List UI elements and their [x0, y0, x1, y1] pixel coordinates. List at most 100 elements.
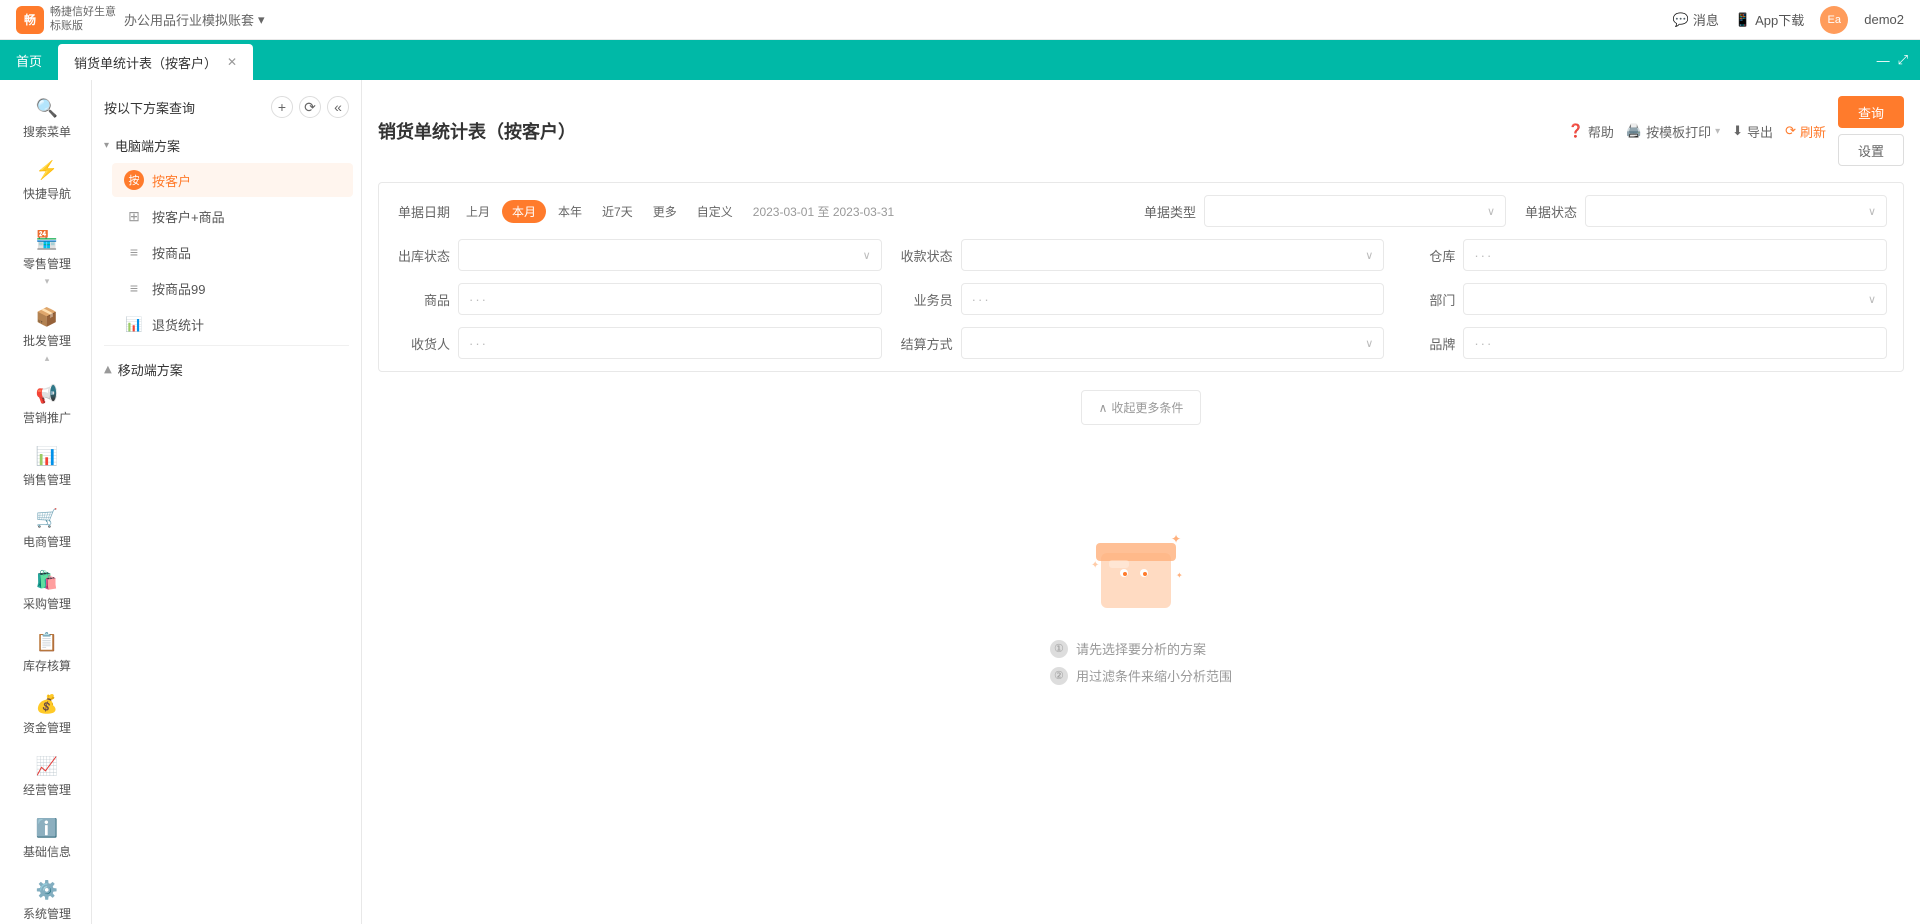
- sidebar-item-search-menu[interactable]: 🔍 搜索菜单: [0, 88, 91, 150]
- sidebar-item-inventory[interactable]: 📋 库存核算: [0, 622, 91, 684]
- empty-state-illustration: ✦ ✦ ✦: [1081, 523, 1201, 623]
- date-last-month[interactable]: 上月: [458, 200, 498, 223]
- scheme-item-by-goods[interactable]: ≡ 按商品: [112, 235, 353, 269]
- date-more[interactable]: 更多: [645, 200, 685, 223]
- settings-btn[interactable]: 设置: [1838, 134, 1904, 166]
- out-status-label: 出库状态: [395, 246, 450, 265]
- sidebar-item-ops[interactable]: 📈 经营管理: [0, 746, 91, 808]
- panel-collapse-icon: «: [334, 99, 342, 115]
- dept-control[interactable]: ∨: [1463, 283, 1887, 315]
- filter-receipt-status: 收款状态 ∨: [898, 239, 1385, 271]
- goods-control[interactable]: ···: [458, 283, 882, 315]
- industry-selector[interactable]: 办公用品行业模拟账套 ▾: [124, 10, 265, 29]
- tab-sales-stats[interactable]: 销货单统计表（按客户） ✕: [58, 44, 253, 80]
- date-custom[interactable]: 自定义: [689, 200, 741, 223]
- print-btn[interactable]: 🖨️ 按模板打印 ▾: [1626, 122, 1720, 141]
- date-last-7days[interactable]: 近7天: [594, 200, 641, 223]
- doc-type-control[interactable]: ∨: [1204, 195, 1506, 227]
- sales-icon: 📊: [36, 446, 58, 467]
- maximize-icon[interactable]: ⤢: [1898, 52, 1908, 68]
- consignee-control[interactable]: ···: [458, 327, 882, 359]
- scheme-items-desktop: 按 按客户 ⊞ 按客户+商品 ≡ 按商品 ≡ 按: [92, 163, 361, 341]
- out-status-control[interactable]: ∨: [458, 239, 882, 271]
- scheme-item-by-customer-goods[interactable]: ⊞ 按客户+商品: [112, 199, 353, 233]
- date-this-month[interactable]: 本月: [502, 200, 546, 223]
- sidebar-item-wholesale[interactable]: 📦 批发管理 ▴: [0, 297, 91, 374]
- collapse-label: 收起更多条件: [1111, 399, 1183, 416]
- message-btn[interactable]: 💬 消息: [1673, 10, 1719, 29]
- filter-settlement: 结算方式 ∨: [898, 327, 1385, 359]
- filter-row-3: 商品 ··· 业务员 ··· 部门: [395, 283, 1887, 315]
- tab-actions: — ⤢: [1877, 52, 1920, 68]
- sidebar-item-retail[interactable]: 🏪 零售管理 ▾: [0, 220, 91, 297]
- tab-close-btn[interactable]: ✕: [227, 55, 237, 69]
- dept-arrow: ∨: [1868, 293, 1876, 306]
- user-name[interactable]: demo2: [1864, 12, 1904, 27]
- ecom-label: 电商管理: [23, 533, 71, 550]
- sidebar-item-ecom[interactable]: 🛒 电商管理: [0, 498, 91, 560]
- empty-tip-1: ① 请先选择要分析的方案: [1050, 639, 1232, 658]
- filter-row-1: 单据日期 上月 本月 本年 近7天 更多 自定义 2023-03-01 至 20…: [395, 195, 1887, 227]
- panel-refresh-btn[interactable]: ⟳: [299, 96, 321, 118]
- export-icon: ⬇: [1732, 123, 1743, 139]
- scheme-item-by-goods-99[interactable]: ≡ 按商品99: [112, 271, 353, 305]
- query-btn[interactable]: 查询: [1838, 96, 1904, 128]
- settlement-control[interactable]: ∨: [961, 327, 1385, 359]
- scheme-item-returns[interactable]: 📊 退货统计: [112, 307, 353, 341]
- sidebar-item-quick-nav[interactable]: ⚡ 快捷导航: [0, 150, 91, 212]
- app-download-btn[interactable]: 📱 App下载: [1735, 10, 1804, 29]
- basic-info-icon: ℹ️: [36, 818, 58, 839]
- sales-stats-tab-label: 销货单统计表（按客户）: [74, 53, 217, 72]
- minimize-icon[interactable]: —: [1877, 53, 1890, 68]
- panel-actions: + ⟳ «: [271, 96, 349, 118]
- salesperson-control[interactable]: ···: [961, 283, 1385, 315]
- tip-2-text: 用过滤条件来缩小分析范围: [1076, 666, 1232, 685]
- sidebar-item-sales[interactable]: 📊 销售管理: [0, 436, 91, 498]
- brand-label: 品牌: [1400, 334, 1455, 353]
- collapse-more-btn[interactable]: ∧ 收起更多条件: [1081, 390, 1201, 425]
- left-panel-header: 按以下方案查询 + ⟳ «: [92, 88, 361, 126]
- home-tab-label: 首页: [16, 51, 42, 70]
- refresh-btn[interactable]: ⟳ 刷新: [1785, 122, 1826, 141]
- sidebar-item-purchase[interactable]: 🛍️ 采购管理: [0, 560, 91, 622]
- svg-text:✦: ✦: [1171, 532, 1181, 546]
- filter-doc-type: 单据类型 ∨: [1141, 195, 1506, 227]
- doc-type-label: 单据类型: [1141, 202, 1196, 221]
- content-area: 销货单统计表（按客户） ❓ 帮助 🖨️ 按模板打印 ▾ ⬇ 导出: [362, 80, 1920, 924]
- brand-control[interactable]: ···: [1463, 327, 1887, 359]
- export-btn[interactable]: ⬇ 导出: [1732, 122, 1773, 141]
- wholesale-icon: 📦: [36, 307, 58, 328]
- receipt-status-arrow: ∨: [1365, 249, 1373, 262]
- scheme-divider: [104, 345, 349, 346]
- basic-info-label: 基础信息: [23, 843, 71, 860]
- date-this-year[interactable]: 本年: [550, 200, 590, 223]
- doc-status-control[interactable]: ∨: [1585, 195, 1887, 227]
- doc-status-arrow: ∨: [1868, 205, 1876, 218]
- main-layout: 🔍 搜索菜单 ⚡ 快捷导航 🏪 零售管理 ▾ 📦 批发管理 ▴ 📢 营销推广: [0, 80, 1920, 924]
- filter-goods: 商品 ···: [395, 283, 882, 315]
- panel-collapse-btn[interactable]: «: [327, 96, 349, 118]
- sidebar-item-sys[interactable]: ⚙️ 系统管理: [0, 870, 91, 924]
- sidebar-item-basic-info[interactable]: ℹ️ 基础信息: [0, 808, 91, 870]
- dept-label: 部门: [1400, 290, 1455, 309]
- filter-area: 单据日期 上月 本月 本年 近7天 更多 自定义 2023-03-01 至 20…: [378, 182, 1904, 372]
- filter-warehouse: 仓库 ···: [1400, 239, 1887, 271]
- sales-label: 销售管理: [23, 471, 71, 488]
- tip-1-text: 请先选择要分析的方案: [1076, 639, 1206, 658]
- sidebar-item-marketing[interactable]: 📢 营销推广: [0, 374, 91, 436]
- mobile-section-header[interactable]: ▶ 移动端方案: [92, 354, 361, 385]
- warehouse-control[interactable]: ···: [1463, 239, 1887, 271]
- sidebar-item-finance[interactable]: 💰 资金管理: [0, 684, 91, 746]
- tab-home[interactable]: 首页: [0, 40, 58, 80]
- panel-add-btn[interactable]: +: [271, 96, 293, 118]
- help-btn[interactable]: ❓ 帮助: [1568, 122, 1614, 141]
- ops-label: 经营管理: [23, 781, 71, 798]
- scheme-group-desktop-header[interactable]: ▾ 电脑端方案: [92, 130, 361, 161]
- date-shortcuts: 上月 本月 本年 近7天 更多 自定义: [458, 200, 741, 223]
- user-avatar[interactable]: Ea: [1820, 6, 1848, 34]
- scheme-group-desktop: ▾ 电脑端方案 按 按客户 ⊞ 按客户+商品 ≡: [92, 130, 361, 341]
- scheme-item-by-customer[interactable]: 按 按客户: [112, 163, 353, 197]
- ecom-icon: 🛒: [36, 508, 58, 529]
- refresh-label: 刷新: [1800, 122, 1826, 141]
- receipt-status-control[interactable]: ∨: [961, 239, 1385, 271]
